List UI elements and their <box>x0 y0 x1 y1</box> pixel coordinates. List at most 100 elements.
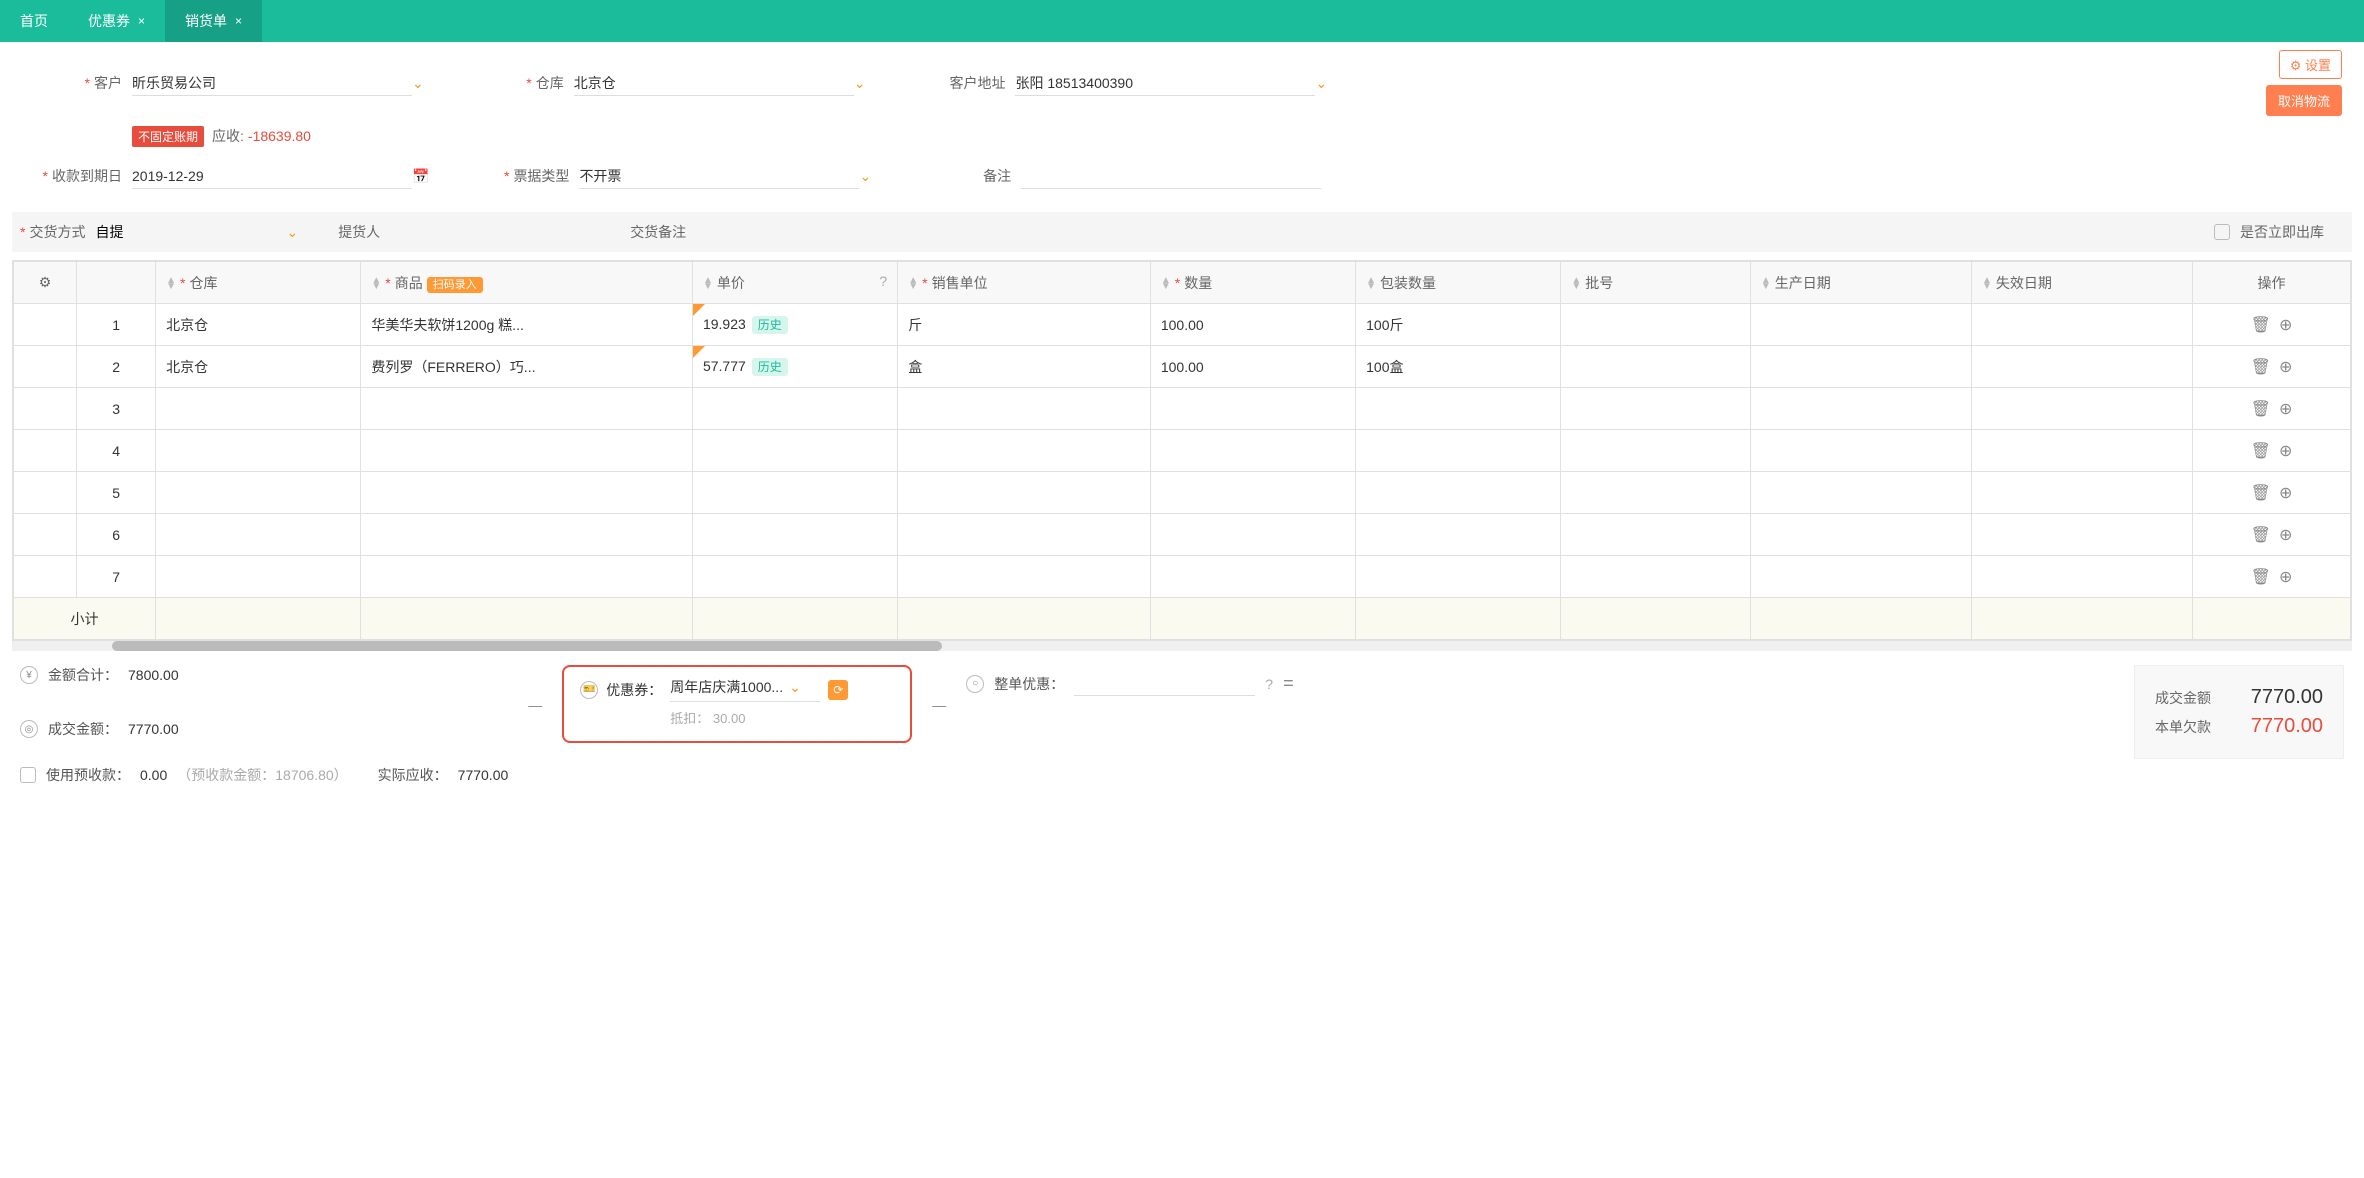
picker-field[interactable] <box>390 224 590 240</box>
chevron-down-icon[interactable]: ⌄ <box>854 75 866 92</box>
chevron-down-icon[interactable]: ⌄ <box>286 224 298 241</box>
chevron-down-icon[interactable]: ⌄ <box>789 679 801 696</box>
horizontal-scrollbar[interactable] <box>12 641 2352 651</box>
use-prepay-value: 0.00 <box>140 767 167 783</box>
history-badge[interactable]: 历史 <box>752 316 788 334</box>
add-icon[interactable]: ⊕ <box>2279 569 2292 586</box>
close-icon[interactable]: × <box>235 14 242 28</box>
remark-label: 备注 <box>901 166 1021 186</box>
deal-icon: ◎ <box>20 720 38 738</box>
scan-input-button[interactable]: 扫码录入 <box>427 277 483 293</box>
table-row[interactable]: 5 🗑⊕ <box>14 472 2351 514</box>
table-row[interactable]: 1 北京仓 华美华夫软饼1200g 糕... 19.923历史 斤 100.00… <box>14 304 2351 346</box>
footer-totals: ¥ 金额合计： 7800.00 ◎ 成交金额： 7770.00 使用预收款： 0… <box>0 651 2364 799</box>
table-row[interactable]: 3 🗑⊕ <box>14 388 2351 430</box>
picker-label: 提货人 <box>338 222 380 242</box>
add-icon[interactable]: ⊕ <box>2279 359 2292 376</box>
delete-icon[interactable]: 🗑 <box>2251 527 2271 544</box>
col-product[interactable]: ▲▼*商品扫码录入 <box>361 262 693 304</box>
help-icon[interactable]: ? <box>1265 676 1273 692</box>
col-qty[interactable]: ▲▼*数量 <box>1150 262 1355 304</box>
table-row[interactable]: 6 🗑⊕ <box>14 514 2351 556</box>
items-table: ⚙ ▲▼*仓库 ▲▼*商品扫码录入 ▲▼单价? ▲▼*销售单位 ▲▼*数量 ▲▼… <box>12 260 2352 641</box>
actual-value: 7770.00 <box>458 767 509 783</box>
receivable-value: -18639.80 <box>248 128 311 144</box>
help-icon[interactable]: ? <box>879 273 887 289</box>
tab-coupon[interactable]: 优惠券× <box>68 0 165 42</box>
table-row[interactable]: 2 北京仓 费列罗（FERRERO）巧... 57.777历史 盒 100.00… <box>14 346 2351 388</box>
delivery-note-label: 交货备注 <box>630 222 686 242</box>
delete-icon[interactable]: 🗑 <box>2251 359 2271 376</box>
instant-outbound-label: 是否立即出库 <box>2240 222 2324 242</box>
chevron-down-icon[interactable]: ⌄ <box>1315 75 1327 92</box>
tab-sales[interactable]: 销货单× <box>165 0 262 42</box>
add-icon[interactable]: ⊕ <box>2279 317 2292 334</box>
col-pdate[interactable]: ▲▼生产日期 <box>1750 262 1971 304</box>
address-field[interactable] <box>1015 71 1315 96</box>
col-edate[interactable]: ▲▼失效日期 <box>1971 262 2192 304</box>
col-unit[interactable]: ▲▼*销售单位 <box>898 262 1151 304</box>
invoice-field[interactable] <box>579 164 859 189</box>
col-price[interactable]: ▲▼单价? <box>692 262 897 304</box>
use-prepay-checkbox[interactable] <box>20 767 36 783</box>
tab-home[interactable]: 首页 <box>0 0 68 42</box>
customer-field[interactable] <box>132 71 412 96</box>
close-icon[interactable]: × <box>138 14 145 28</box>
equals-icon: = <box>1283 673 1294 694</box>
delete-icon[interactable]: 🗑 <box>2251 401 2271 418</box>
invoice-label: *票据类型 <box>459 166 579 186</box>
paydate-label: *收款到期日 <box>12 166 132 186</box>
prepay-balance: （预收款金额：18706.80） <box>177 765 347 785</box>
warehouse-field[interactable] <box>574 71 854 96</box>
total-label: 金额合计： <box>48 665 118 685</box>
col-batch[interactable]: ▲▼批号 <box>1561 262 1750 304</box>
subtotal-row: 小计 <box>14 598 2351 640</box>
delivery-method-field[interactable] <box>95 224 276 240</box>
delete-icon[interactable]: 🗑 <box>2251 443 2271 460</box>
add-icon[interactable]: ⊕ <box>2279 401 2292 418</box>
add-icon[interactable]: ⊕ <box>2279 443 2292 460</box>
discount-icon: ○ <box>966 675 984 693</box>
delete-icon[interactable]: 🗑 <box>2251 569 2271 586</box>
coupon-discount-label: 抵扣： <box>670 711 709 726</box>
address-label: 客户地址 <box>895 73 1015 93</box>
chevron-down-icon[interactable]: ⌄ <box>412 75 424 92</box>
cancel-logistics-button[interactable]: 取消物流 <box>2266 85 2342 116</box>
actual-label: 实际应收： <box>378 765 448 785</box>
add-icon[interactable]: ⊕ <box>2279 485 2292 502</box>
setup-button[interactable]: ⚙ 设置 <box>2279 50 2342 79</box>
currency-icon: ¥ <box>20 666 38 684</box>
delivery-note-field[interactable] <box>696 224 896 240</box>
delete-icon[interactable]: 🗑 <box>2251 317 2271 334</box>
warehouse-label: *仓库 <box>454 73 574 93</box>
customer-label: *客户 <box>12 73 132 93</box>
remark-field[interactable] <box>1021 164 1321 189</box>
table-row[interactable]: 7 🗑⊕ <box>14 556 2351 598</box>
add-icon[interactable]: ⊕ <box>2279 527 2292 544</box>
table-row[interactable]: 4 🗑⊕ <box>14 430 2351 472</box>
order-discount-field[interactable] <box>1074 671 1255 696</box>
instant-outbound-checkbox[interactable] <box>2214 224 2230 240</box>
ticket-icon: 🎫 <box>580 681 598 699</box>
col-warehouse[interactable]: ▲▼*仓库 <box>156 262 361 304</box>
gear-column[interactable]: ⚙ <box>14 262 77 304</box>
coupon-label: 优惠券： <box>606 680 662 700</box>
summary-owe-value: 7770.00 <box>2251 715 2323 738</box>
form-header: *客户 ⌄ *仓库 ⌄ 客户地址 ⌄ ⚙ 设置 取消物流 不固定账期 应收: -… <box>0 42 2364 204</box>
deal-label: 成交金额： <box>48 719 118 739</box>
coupon-discount-value: 30.00 <box>713 711 746 726</box>
nofixed-badge: 不固定账期 <box>132 126 204 147</box>
chevron-down-icon[interactable]: ⌄ <box>859 168 871 185</box>
history-badge[interactable]: 历史 <box>752 358 788 376</box>
use-prepay-label: 使用预收款： <box>46 765 130 785</box>
paydate-field[interactable] <box>132 164 412 189</box>
coupon-select[interactable]: 周年店庆满1000... ⌄ <box>670 677 820 702</box>
col-pack[interactable]: ▲▼包装数量 <box>1356 262 1561 304</box>
col-op: 操作 <box>2193 262 2351 304</box>
deal-value: 7770.00 <box>128 721 179 737</box>
calendar-icon[interactable]: 📅 <box>412 168 429 185</box>
order-discount-label: 整单优惠： <box>994 674 1064 694</box>
delete-icon[interactable]: 🗑 <box>2251 485 2271 502</box>
refresh-icon[interactable]: ⟳ <box>828 680 848 700</box>
summary-deal-value: 7770.00 <box>2251 686 2323 709</box>
